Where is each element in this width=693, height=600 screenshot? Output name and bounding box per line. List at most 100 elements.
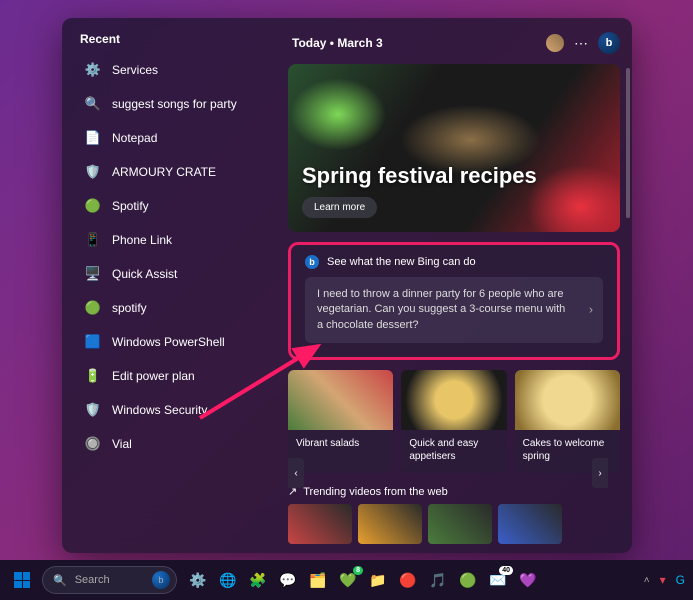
vial-icon: 🔘: [84, 435, 102, 453]
content-column: Today • March 3 ⋯ b Spring festival reci…: [288, 18, 632, 553]
security-shield-icon: 🛡️: [84, 401, 102, 419]
sidebar-app-item[interactable]: 🖥️ Quick Assist: [80, 260, 278, 288]
taskbar: 🔍 Search b ⚙️ 🌐 🧩 💬 🗂️ 💚8 📁 🔴 🎵 🟢 ✉️40 💜 ˄ ▾ G: [0, 560, 693, 600]
discord-icon[interactable]: 💜: [517, 569, 539, 591]
carousel-next-button[interactable]: ›: [592, 458, 608, 488]
hero-card[interactable]: Spring festival recipes Learn more: [288, 64, 620, 232]
app-label: Spotify: [112, 199, 149, 213]
system-settings-icon[interactable]: ⚙️: [187, 569, 209, 591]
recipe-card[interactable]: Vibrant salads: [288, 370, 393, 473]
header-actions: ⋯ b: [546, 32, 620, 54]
itunes-icon[interactable]: 🎵: [427, 569, 449, 591]
vivaldi-icon[interactable]: ▾: [660, 573, 666, 587]
sidebar-app-item[interactable]: 🔍 suggest songs for party: [80, 90, 278, 118]
app-label: Windows Security: [112, 403, 207, 417]
trending-heading-row: ↗ Trending videos from the web: [288, 485, 620, 498]
content-scroll: Spring festival recipes Learn more b See…: [288, 64, 620, 553]
trending-video-thumb[interactable]: [358, 504, 422, 544]
phone-link-icon: 📱: [84, 231, 102, 249]
app-label: Notepad: [112, 131, 157, 145]
start-button[interactable]: [8, 566, 36, 594]
bing-prompt-suggestion[interactable]: I need to throw a dinner party for 6 peo…: [305, 277, 603, 343]
sidebar-app-item[interactable]: ⚙️ Services: [80, 56, 278, 84]
spotify-icon: 🟢: [84, 299, 102, 317]
bing-card-heading-row: b See what the new Bing can do: [305, 255, 603, 269]
recent-heading: Recent: [80, 32, 278, 46]
whatsapp-icon[interactable]: 💚8: [337, 569, 359, 591]
slack-icon[interactable]: 💬: [277, 569, 299, 591]
app-label: suggest songs for party: [112, 97, 237, 111]
bing-card-heading: See what the new Bing can do: [327, 256, 476, 268]
learn-more-button[interactable]: Learn more: [302, 197, 377, 218]
mail-icon[interactable]: ✉️40: [487, 569, 509, 591]
scrollbar[interactable]: [626, 68, 630, 218]
card-label: Quick and easy appetisers: [401, 430, 506, 473]
sidebar-app-item[interactable]: 📱 Phone Link: [80, 226, 278, 254]
bing-icon: b: [152, 571, 170, 589]
battery-icon: 🔋: [84, 367, 102, 385]
recent-app-list: ⚙️ Services 🔍 suggest songs for party 📄 Notep…: [80, 56, 278, 458]
card-image: [515, 370, 620, 430]
store-icon[interactable]: 🧩: [247, 569, 269, 591]
windows-logo-icon: [14, 572, 30, 588]
trending-video-thumb[interactable]: [428, 504, 492, 544]
logitech-icon[interactable]: G: [676, 573, 685, 587]
user-avatar[interactable]: [546, 34, 564, 52]
notepad-icon: 📄: [84, 129, 102, 147]
badge: 8: [353, 566, 363, 575]
card-label: Vibrant salads: [288, 430, 393, 460]
card-image: [401, 370, 506, 430]
more-menu-button[interactable]: ⋯: [574, 35, 588, 52]
system-tray[interactable]: ˄ ▾ G: [644, 573, 685, 587]
task-view-icon[interactable]: 🗂️: [307, 569, 329, 591]
shield-icon: 🛡️: [84, 163, 102, 181]
gear-icon: ⚙️: [84, 61, 102, 79]
date-text: Today • March 3: [292, 36, 383, 50]
app-label: Phone Link: [112, 233, 172, 247]
card-image: [288, 370, 393, 430]
chevron-right-icon: ›: [589, 302, 593, 319]
bing-suggestion-card: b See what the new Bing can do I need to…: [288, 242, 620, 360]
app-label: Windows PowerShell: [112, 335, 225, 349]
trending-thumbnails: [288, 504, 620, 544]
quick-assist-icon: 🖥️: [84, 265, 102, 283]
tray-overflow-icon[interactable]: ˄: [644, 575, 650, 586]
sidebar-app-item[interactable]: 🟢 Spotify: [80, 192, 278, 220]
prompt-text: I need to throw a dinner party for 6 peo…: [317, 288, 565, 331]
trending-heading: Trending videos from the web: [303, 486, 448, 498]
content-header: Today • March 3 ⋯ b: [288, 32, 620, 54]
search-icon: 🔍: [53, 574, 67, 587]
sidebar-app-item[interactable]: 🟦 Windows PowerShell: [80, 328, 278, 356]
files-icon[interactable]: 📁: [367, 569, 389, 591]
spotify-icon: 🟢: [84, 197, 102, 215]
search-icon: 🔍: [84, 95, 102, 113]
taskbar-pinned-apps: ⚙️ 🌐 🧩 💬 🗂️ 💚8 📁 🔴 🎵 🟢 ✉️40 💜: [187, 569, 539, 591]
recipe-card[interactable]: Quick and easy appetisers: [401, 370, 506, 473]
sidebar-app-item[interactable]: 🛡️ARMOURY CRATE: [80, 158, 278, 186]
app-label: Edit power plan: [112, 369, 195, 383]
bing-icon[interactable]: b: [598, 32, 620, 54]
sidebar-app-item[interactable]: 🔋 Edit power plan: [80, 362, 278, 390]
carousel-prev-button[interactable]: ‹: [288, 458, 304, 488]
badge: 40: [499, 566, 513, 575]
trending-video-thumb[interactable]: [498, 504, 562, 544]
spotify-icon[interactable]: 🟢: [457, 569, 479, 591]
search-start-panel: Recent ⚙️ Services 🔍 suggest songs for part…: [62, 18, 632, 553]
app-label: Quick Assist: [112, 267, 177, 281]
hero-title: Spring festival recipes: [302, 163, 606, 189]
arc-icon[interactable]: 🔴: [397, 569, 419, 591]
sidebar-app-item[interactable]: 🔘 Vial: [80, 430, 278, 458]
sidebar-app-item[interactable]: 🛡️ Windows Security: [80, 396, 278, 424]
app-label: Vial: [112, 437, 132, 451]
recipe-cards-row: Vibrant saladsQuick and easy appetisersC…: [288, 370, 620, 473]
sidebar-app-item[interactable]: 🟢 spotify: [80, 294, 278, 322]
taskbar-search[interactable]: 🔍 Search b: [42, 566, 177, 594]
chrome-icon[interactable]: 🌐: [217, 569, 239, 591]
app-label: Services: [112, 63, 158, 77]
app-label: spotify: [112, 301, 147, 315]
sidebar-app-item[interactable]: 📄 Notepad: [80, 124, 278, 152]
recent-sidebar: Recent ⚙️ Services 🔍 suggest songs for part…: [62, 18, 288, 553]
powershell-icon: 🟦: [84, 333, 102, 351]
trending-video-thumb[interactable]: [288, 504, 352, 544]
bing-icon: b: [305, 255, 319, 269]
